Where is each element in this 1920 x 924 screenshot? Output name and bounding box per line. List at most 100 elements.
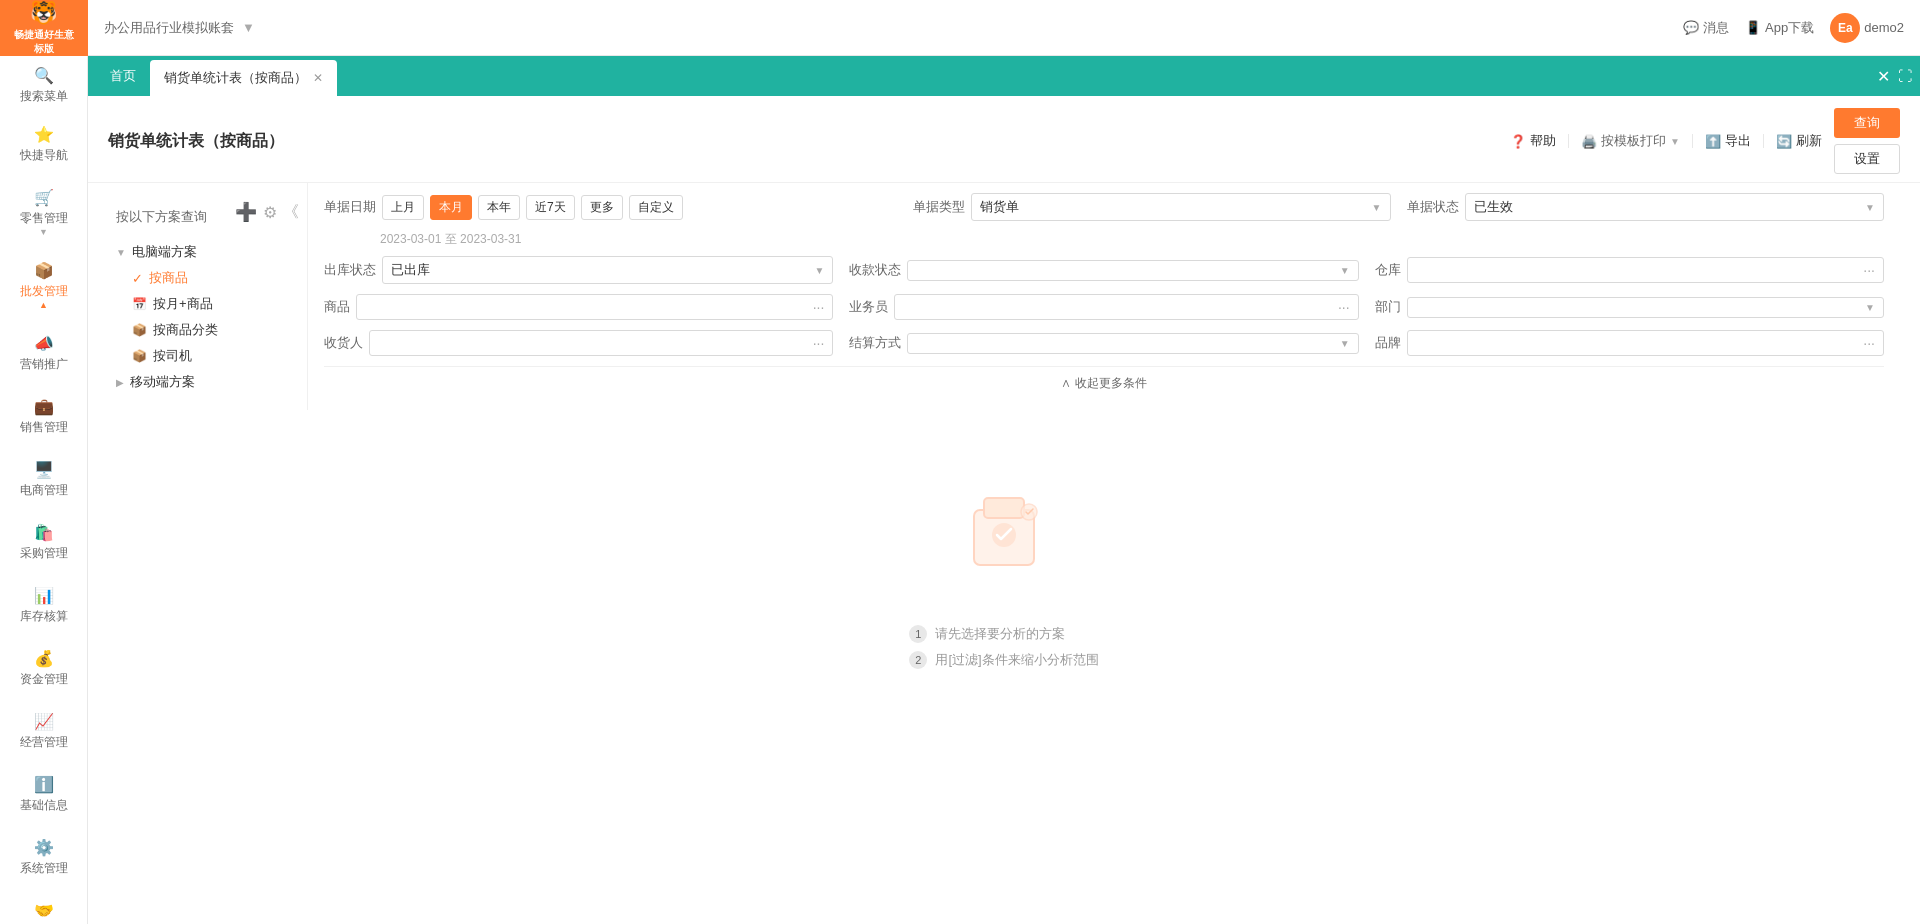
collapse-panel-icon[interactable]: 《 — [283, 202, 299, 223]
receipt-status-select[interactable]: ▼ — [907, 260, 1358, 281]
query-button[interactable]: 查询 — [1834, 108, 1900, 138]
tree-item-by-cashier[interactable]: 📦 按司机 — [124, 343, 307, 369]
message-btn[interactable]: 💬 消息 — [1683, 19, 1729, 37]
sidebar-item-enterprise[interactable]: 🤝 企业协同 — [0, 889, 87, 924]
sidebar-item-operations[interactable]: 📈 经营管理 — [0, 700, 87, 763]
tab-close-icon[interactable]: ✕ — [313, 71, 323, 85]
step-2-text: 用[过滤]条件来缩小分析范围 — [935, 651, 1098, 669]
out-status-select[interactable]: 已出库 ▼ — [382, 256, 833, 284]
product-select[interactable]: ··· — [356, 294, 833, 320]
quicknav-label: 快捷导航 — [20, 147, 68, 164]
export-btn[interactable]: ⬆️ 导出 — [1705, 132, 1751, 150]
home-tab-label: 首页 — [110, 67, 136, 85]
tree-item-by-product[interactable]: ✓ 按商品 — [124, 265, 307, 291]
top-header: 办公用品行业模拟账套 ▼ 💬 消息 📱 App下载 Ea demo2 — [88, 0, 1920, 56]
brand-control: ··· — [1407, 330, 1884, 356]
empty-steps: 1 请先选择要分析的方案 2 用[过滤]条件来缩小分析范围 — [909, 625, 1098, 677]
sidebar-item-system[interactable]: ⚙️ 系统管理 — [0, 826, 87, 889]
app-logo[interactable]: 🐯 畅捷通好生意 标版 — [0, 0, 88, 56]
payment-control: ▼ — [907, 333, 1358, 354]
date-this-month-btn[interactable]: 本月 — [430, 195, 472, 220]
add-scheme-icon[interactable]: ➕ — [235, 201, 257, 223]
tab-expand-icon[interactable]: ⛶ — [1898, 68, 1912, 84]
tab-home[interactable]: 首页 — [96, 56, 150, 96]
sidebar-item-ecommerce[interactable]: 🖥️ 电商管理 — [0, 448, 87, 511]
step-num-2: 2 — [909, 651, 927, 669]
template-print-btn[interactable]: 🖨️ 按模板打印 ▼ — [1581, 132, 1680, 150]
settings-button[interactable]: 设置 — [1834, 144, 1900, 174]
dept-control: ▼ — [1407, 297, 1884, 318]
page-header-actions: ❓ 帮助 🖨️ 按模板打印 ▼ ⬆️ 导出 🔄 刷新 — [1510, 108, 1900, 174]
sidebar-item-finance[interactable]: 💰 资金管理 — [0, 637, 87, 700]
product-dots[interactable]: ··· — [813, 299, 825, 315]
inventory-icon: 📊 — [34, 586, 54, 605]
date-last7-btn[interactable]: 近7天 — [526, 195, 575, 220]
wholesale-label: 批发管理 — [20, 283, 68, 300]
filter-doc-type: 单据类型 销货单 ▼ — [913, 193, 1391, 221]
sidebar-item-retail[interactable]: 🛒 零售管理 ▼ — [0, 176, 87, 249]
tree-pc-root[interactable]: ▼ 电脑端方案 — [108, 239, 307, 265]
filter-area: 按以下方案查询 ➕ ⚙ 《 ▼ 电脑端方案 ✓ 按商品 — [88, 183, 1920, 410]
sidebar-item-purchase[interactable]: 🛍️ 采购管理 — [0, 511, 87, 574]
doc-status-select[interactable]: 已生效 ▼ — [1465, 193, 1885, 221]
export-label: 导出 — [1725, 132, 1751, 150]
settings-scheme-icon[interactable]: ⚙ — [263, 203, 277, 222]
filter-out-status: 出库状态 已出库 ▼ — [324, 256, 833, 284]
out-status-arrow: ▼ — [814, 265, 824, 276]
brand-select[interactable]: ··· — [1407, 330, 1884, 356]
receipt-status-arrow: ▼ — [1340, 265, 1350, 276]
purchase-icon: 🛍️ — [34, 523, 54, 542]
date-more-btn[interactable]: 更多 — [581, 195, 623, 220]
date-this-year-btn[interactable]: 本年 — [478, 195, 520, 220]
tree-mobile-label: 移动端方案 — [130, 373, 195, 391]
receiver-control: ··· — [369, 330, 833, 356]
tab-sales-stat[interactable]: 销货单统计表（按商品） ✕ — [150, 60, 337, 96]
tree-item-by-category[interactable]: 📦 按商品分类 — [124, 317, 307, 343]
sidebar-item-sales[interactable]: 💼 销售管理 — [0, 385, 87, 448]
sidebar-search[interactable]: 🔍 搜索菜单 — [0, 56, 87, 113]
user-name: demo2 — [1864, 20, 1904, 35]
workspace-area: 办公用品行业模拟账套 ▼ — [104, 19, 255, 37]
sidebar-item-quicknav[interactable]: ⭐ 快捷导航 — [0, 113, 87, 176]
tree-mobile-root[interactable]: ▶ 移动端方案 — [108, 369, 307, 395]
system-label: 系统管理 — [20, 860, 68, 877]
salesman-select[interactable]: ··· — [894, 294, 1358, 320]
doc-type-select[interactable]: 销货单 ▼ — [971, 193, 1391, 221]
salesman-dots[interactable]: ··· — [1338, 299, 1350, 315]
empty-state: 1 请先选择要分析的方案 2 用[过滤]条件来缩小分析范围 — [88, 410, 1920, 737]
operations-icon: 📈 — [34, 712, 54, 731]
help-btn[interactable]: ❓ 帮助 — [1510, 132, 1556, 150]
message-icon: 💬 — [1683, 20, 1699, 35]
collapse-bar[interactable]: ∧ 收起更多条件 — [324, 366, 1884, 400]
print-dropdown-icon[interactable]: ▼ — [1670, 136, 1680, 147]
by-month-label: 按月+商品 — [153, 295, 213, 313]
tree-item-by-month-product[interactable]: 📅 按月+商品 — [124, 291, 307, 317]
basic-label: 基础信息 — [20, 797, 68, 814]
warehouse-dots[interactable]: ··· — [1863, 262, 1875, 278]
dept-select[interactable]: ▼ — [1407, 297, 1884, 318]
refresh-label: 刷新 — [1796, 132, 1822, 150]
date-last-month-btn[interactable]: 上月 — [382, 195, 424, 220]
by-category-icon: 📦 — [132, 323, 147, 337]
sidebar-item-basic[interactable]: ℹ️ 基础信息 — [0, 763, 87, 826]
user-area[interactable]: Ea demo2 — [1830, 13, 1904, 43]
sidebar-item-marketing[interactable]: 📣 营销推广 — [0, 322, 87, 385]
sidebar-item-inventory[interactable]: 📊 库存核算 — [0, 574, 87, 637]
app-download-btn[interactable]: 📱 App下载 — [1745, 19, 1814, 37]
date-custom-btn[interactable]: 自定义 — [629, 195, 683, 220]
workspace-dropdown-icon[interactable]: ▼ — [242, 20, 255, 35]
date-group: 上月 本月 本年 近7天 更多 自定义 — [382, 195, 683, 220]
empty-step-2: 2 用[过滤]条件来缩小分析范围 — [909, 651, 1098, 669]
collapse-label: ∧ 收起更多条件 — [1061, 376, 1146, 390]
tab-minimize-icon[interactable]: ✕ — [1877, 67, 1890, 86]
sidebar-item-wholesale[interactable]: 📦 批发管理 ▲ — [0, 249, 87, 322]
product-control: ··· — [356, 294, 833, 320]
refresh-btn[interactable]: 🔄 刷新 — [1776, 132, 1822, 150]
receiver-dots[interactable]: ··· — [813, 335, 825, 351]
warehouse-select[interactable]: ··· — [1407, 257, 1884, 283]
payment-select[interactable]: ▼ — [907, 333, 1358, 354]
date-range-display: 2023-03-01 至 2023-03-31 — [324, 231, 1884, 256]
out-status-value: 已出库 — [391, 261, 430, 279]
brand-dots[interactable]: ··· — [1863, 335, 1875, 351]
receiver-select[interactable]: ··· — [369, 330, 833, 356]
